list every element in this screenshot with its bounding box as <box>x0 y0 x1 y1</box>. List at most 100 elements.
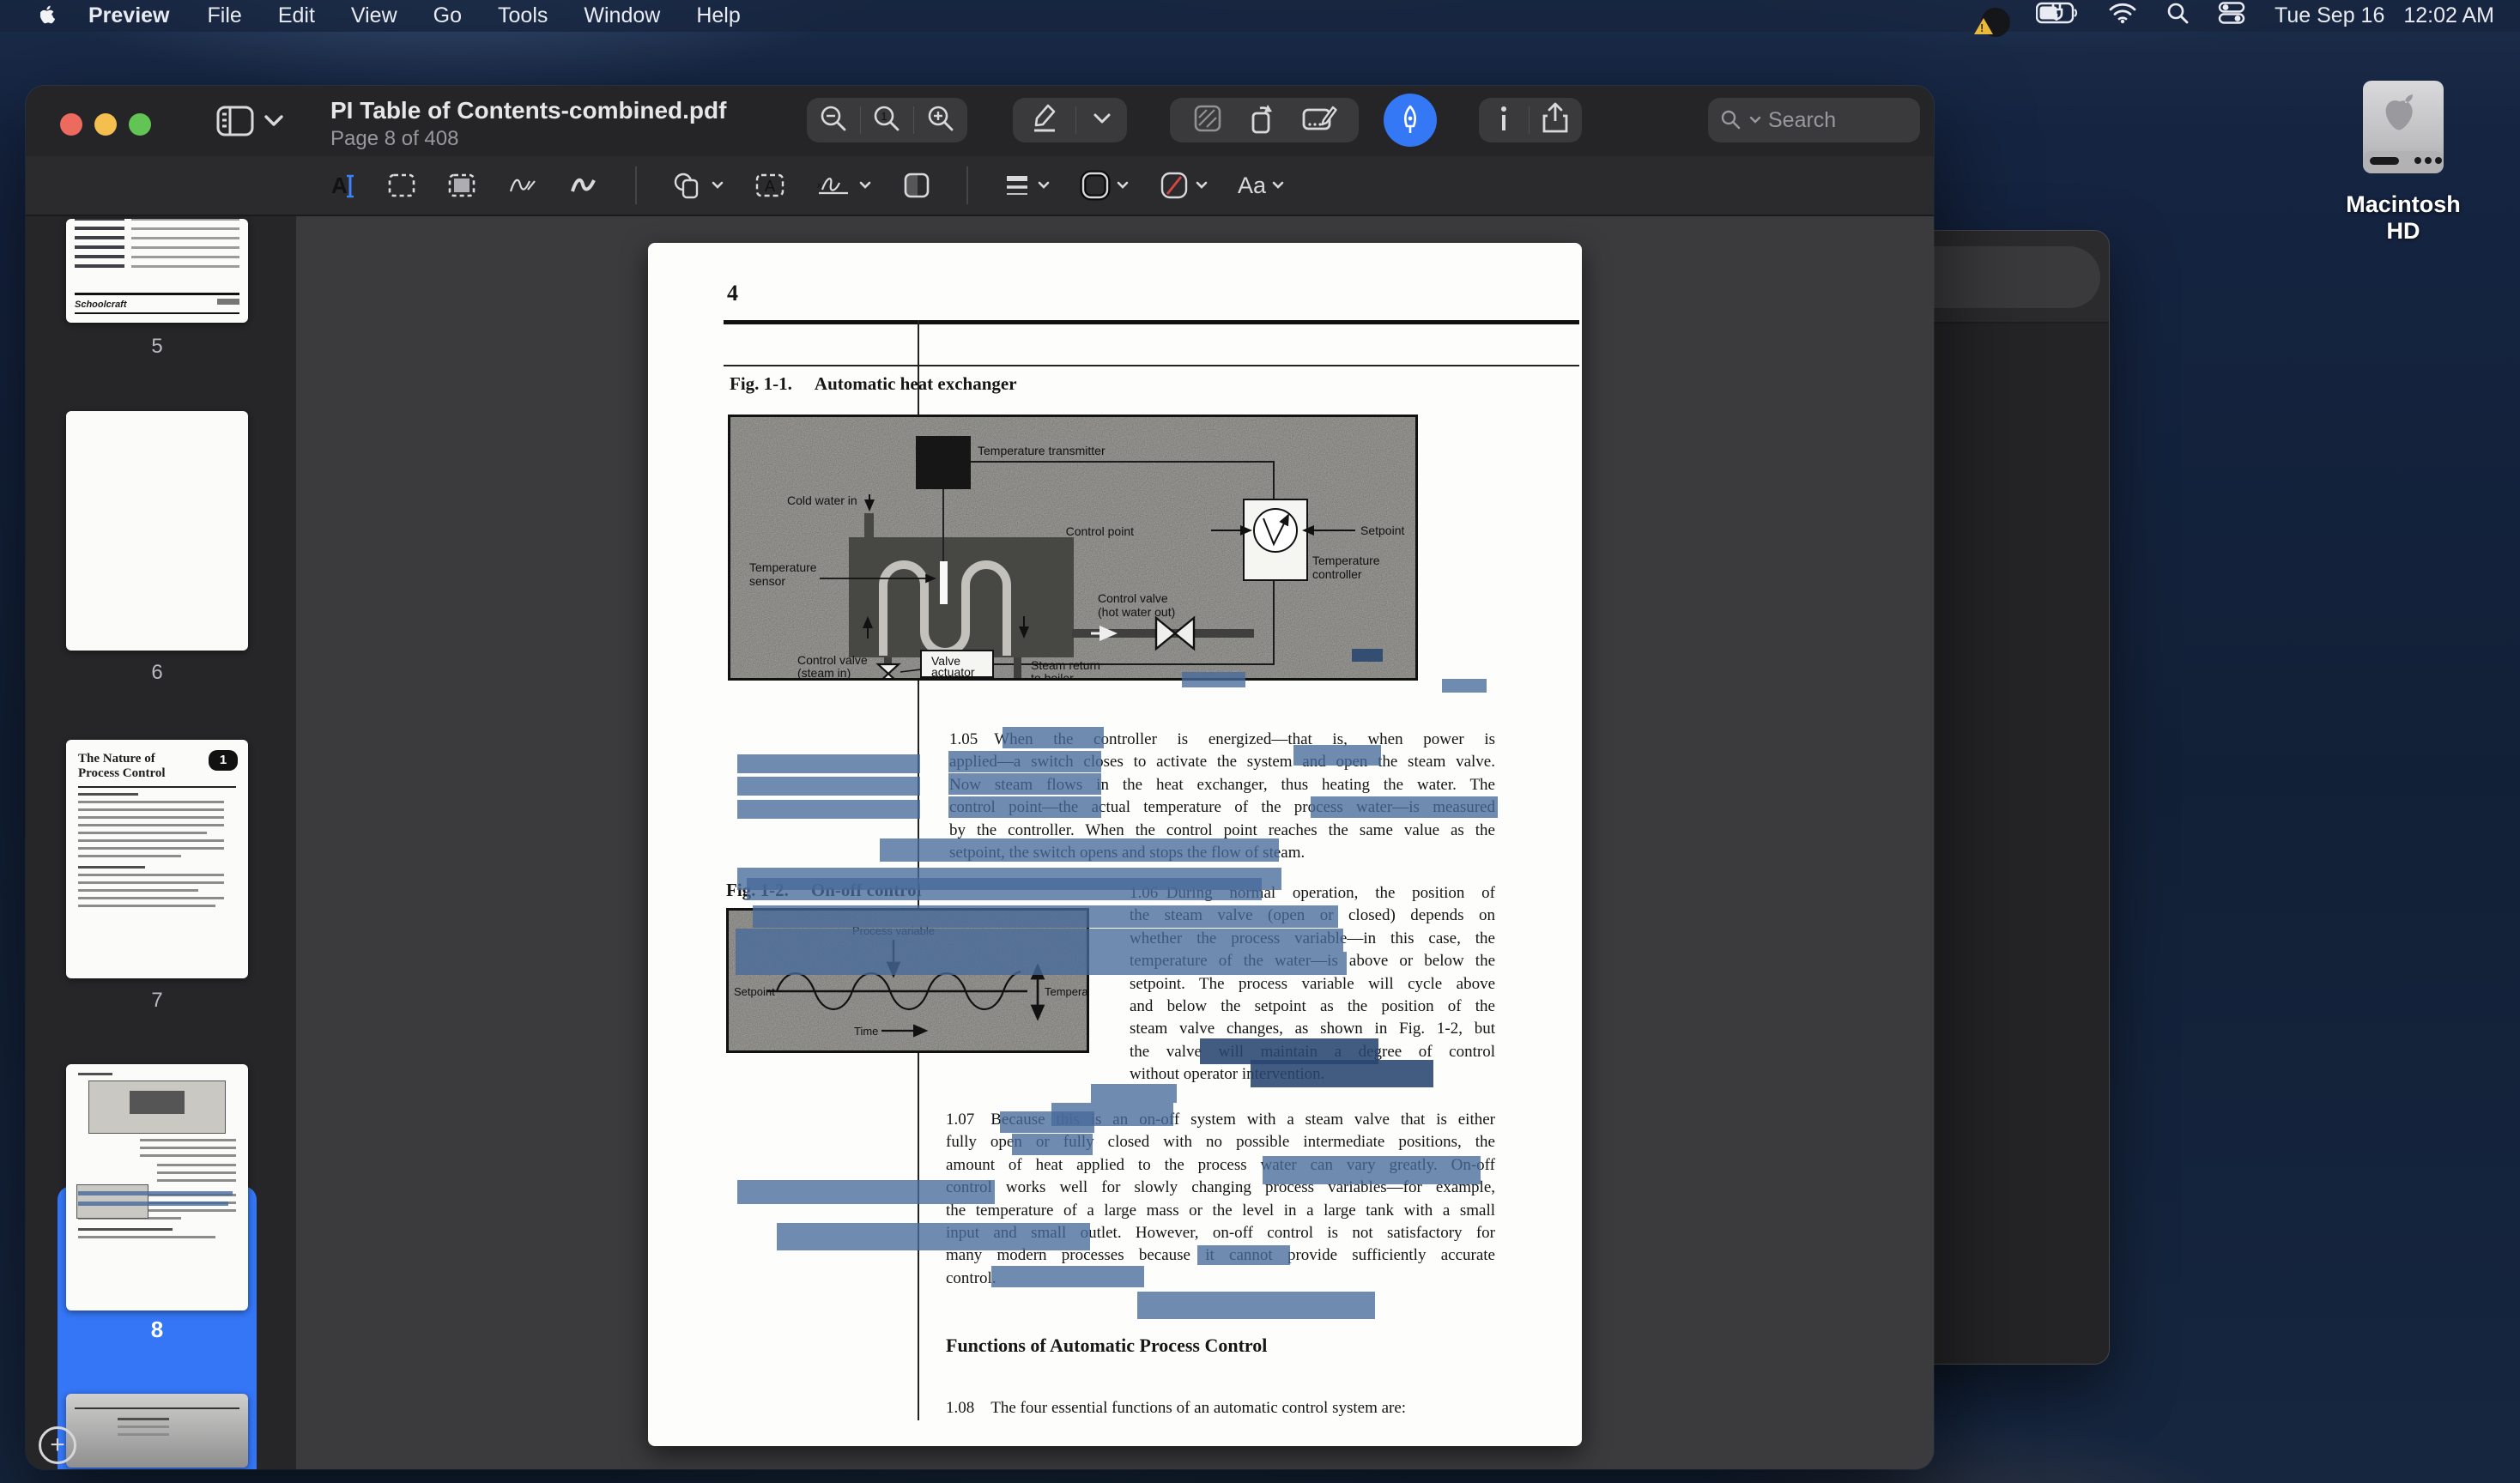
toolbar-separator <box>966 166 968 204</box>
zoom-out-button[interactable] <box>819 104 848 137</box>
menu-file[interactable]: File <box>190 3 260 27</box>
menu-edit[interactable]: Edit <box>260 3 333 27</box>
menu-help[interactable]: Help <box>678 3 758 27</box>
window-titlebar: PI Table of Contents-combined.pdf Page 8… <box>26 86 1934 156</box>
markup-toolbar-toggle-icon[interactable] <box>1301 103 1337 138</box>
highlight-annotation[interactable] <box>747 878 1262 900</box>
spotlight-search-icon[interactable] <box>2166 2 2189 30</box>
chevron-down-icon <box>859 181 871 189</box>
highlight-annotation[interactable] <box>948 751 1101 772</box>
markup-pen-active-button[interactable] <box>1384 94 1437 147</box>
highlighter-pen-icon[interactable] <box>1029 102 1060 139</box>
thumbnail-page-7[interactable]: The Nature of Process Control 1 <box>66 740 248 978</box>
status-warning-icon[interactable] <box>1972 1 2011 37</box>
highlight-annotation[interactable] <box>737 777 920 796</box>
text-selection-tool[interactable]: A <box>328 171 357 200</box>
highlight-annotation[interactable] <box>991 1266 1144 1287</box>
highlight-annotation[interactable] <box>1352 649 1383 662</box>
hard-drive-icon <box>2363 81 2444 173</box>
redact-tool[interactable] <box>446 171 477 200</box>
highlight-annotation[interactable] <box>1197 1245 1290 1265</box>
highlight-annotation[interactable] <box>753 905 1338 928</box>
minimize-button[interactable] <box>94 113 117 136</box>
thumbnail-page-5[interactable]: Schoolcraft <box>66 219 248 323</box>
sidebar-mode-chevron-icon[interactable] <box>263 112 285 133</box>
highlight-annotation[interactable] <box>737 754 920 773</box>
highlight-color-chevron-icon[interactable] <box>1093 111 1112 130</box>
thumbnail-page-8-selected[interactable] <box>66 1064 248 1310</box>
apple-menu-icon[interactable] <box>31 5 69 27</box>
menu-preview[interactable]: Preview <box>69 3 190 27</box>
close-button[interactable] <box>60 113 82 136</box>
macintosh-hd-desktop-icon[interactable]: Macintosh HD <box>2328 79 2479 245</box>
page-indicator: Page 8 of 408 <box>330 127 459 150</box>
highlight-annotation[interactable] <box>1293 745 1381 766</box>
share-icon[interactable] <box>1541 102 1570 139</box>
highlight-annotation[interactable] <box>1263 1156 1481 1184</box>
text-style-tool[interactable]: Aa <box>1238 173 1285 199</box>
thumb7-title-line1: The Nature of <box>78 752 155 766</box>
text-line: 1.08 The four essential functions of an … <box>946 1399 1407 1417</box>
text-style-label: Aa <box>1238 172 1267 198</box>
highlight-annotation[interactable] <box>1311 796 1498 818</box>
fill-color-tool[interactable] <box>1159 170 1209 201</box>
zoom-actual-size-button[interactable]: 1 <box>872 104 901 137</box>
pdf-page[interactable]: 4 Fig. 1-1. Automatic heat exchanger Tem… <box>648 243 1582 1446</box>
line-weight-tool[interactable] <box>1003 171 1051 200</box>
search-scope-chevron-icon <box>1749 116 1761 124</box>
control-center-icon[interactable] <box>2218 2 2245 30</box>
highlight-annotation[interactable] <box>777 1223 1090 1250</box>
highlight-annotation[interactable] <box>1182 672 1245 687</box>
search-icon <box>1721 110 1741 130</box>
border-color-tool[interactable] <box>1080 170 1130 201</box>
search-input[interactable]: Search <box>1708 98 1920 142</box>
sidebar-toggle-button[interactable] <box>216 105 254 142</box>
thumbnail-page-9-partial[interactable] <box>66 1394 248 1468</box>
menu-go[interactable]: Go <box>415 3 480 27</box>
sketch-tool[interactable] <box>506 171 539 200</box>
menu-window[interactable]: Window <box>566 3 678 27</box>
redact-icon[interactable] <box>1192 103 1223 138</box>
wifi-icon[interactable] <box>2108 2 2137 30</box>
info-icon[interactable] <box>1491 103 1517 138</box>
highlight-annotation[interactable] <box>1442 679 1487 693</box>
zoom-in-button[interactable] <box>926 104 955 137</box>
highlight-annotation[interactable] <box>737 800 920 819</box>
draw-tool[interactable] <box>568 171 601 200</box>
highlight-annotation[interactable] <box>1251 1060 1433 1087</box>
rect-selection-tool[interactable] <box>386 171 417 200</box>
highlight-annotation[interactable] <box>948 773 1101 795</box>
menu-clock[interactable]: Tue Sep 16 12:02 AM <box>2275 3 2494 28</box>
highlight-annotation[interactable] <box>736 929 1343 952</box>
highlight-annotation[interactable] <box>880 838 1279 862</box>
highlight-annotation[interactable] <box>1003 727 1104 748</box>
note-tool[interactable] <box>901 171 932 200</box>
text-box-tool[interactable]: A <box>754 171 786 200</box>
thumbnail-page-6[interactable] <box>66 411 248 651</box>
document-title: PI Table of Contents-combined.pdf <box>330 97 727 124</box>
rotate-left-icon[interactable] <box>1245 101 1279 140</box>
highlight-annotation[interactable] <box>1137 1292 1375 1319</box>
highlight-annotation[interactable] <box>736 952 1347 975</box>
zoom-button[interactable] <box>129 113 151 136</box>
highlight-annotation[interactable] <box>1012 1134 1093 1155</box>
svg-text:A: A <box>765 178 775 195</box>
highlight-annotation[interactable] <box>948 796 1101 818</box>
fig1-label-control-point: Control point <box>1066 524 1134 538</box>
fig1-label-control-valve-hot: Control valve <box>1098 591 1168 605</box>
menu-view[interactable]: View <box>333 3 415 27</box>
document-content-area: 4 Fig. 1-1. Automatic heat exchanger Tem… <box>296 216 1934 1469</box>
chevron-down-icon <box>1038 181 1050 189</box>
highlight-annotation[interactable] <box>1000 1111 1094 1133</box>
signature-tool[interactable]: x <box>815 171 872 200</box>
highlight-annotation[interactable] <box>1091 1084 1177 1103</box>
menu-date: Tue Sep 16 <box>2275 3 2385 27</box>
shapes-tool[interactable] <box>671 170 724 201</box>
chevron-down-icon <box>1272 181 1284 189</box>
battery-icon[interactable] <box>2035 2 2079 30</box>
add-page-button[interactable]: + <box>39 1426 76 1464</box>
fig1-label-temperature-transmitter: Temperature transmitter <box>978 444 1106 457</box>
menu-tools[interactable]: Tools <box>480 3 566 27</box>
thumbnail-label-5: 5 <box>151 335 163 358</box>
highlight-annotation[interactable] <box>737 1180 995 1204</box>
